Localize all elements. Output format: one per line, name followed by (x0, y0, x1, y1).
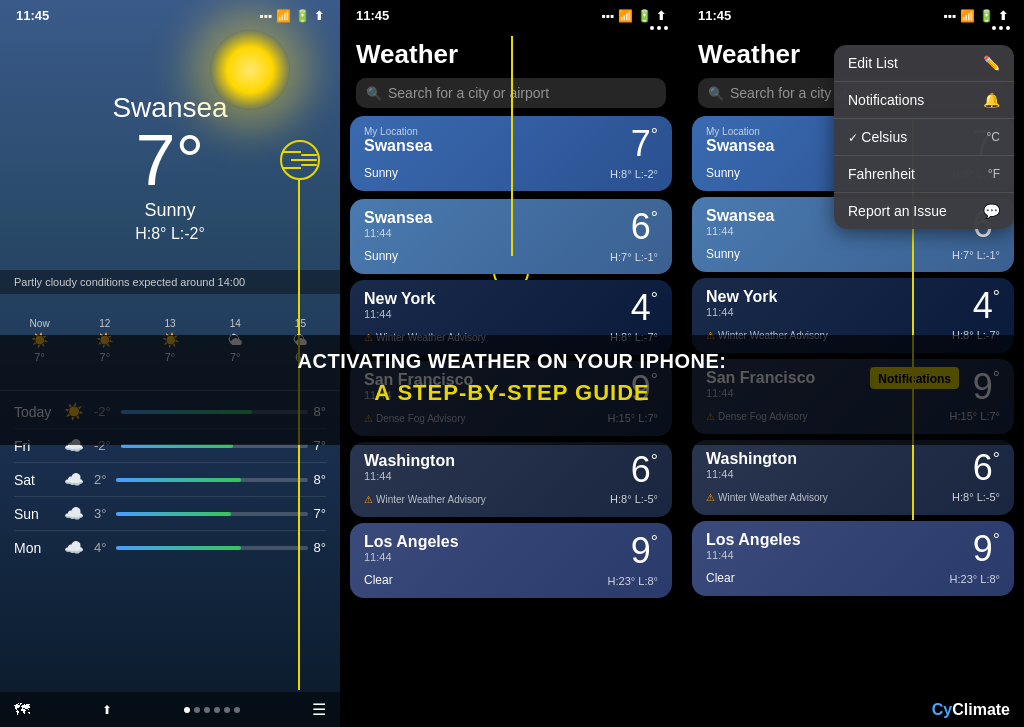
card-washington-3[interactable]: Washington 11:44 6° ⚠ Winter Weather Adv… (692, 440, 1014, 515)
day-sat: Sat ☁️ 2° 8° (14, 463, 326, 497)
card-hilo-myloc: H:8° L:-2° (610, 168, 658, 180)
panel-2: 11:45 ▪▪▪ 📶 🔋 ⬆ Weather 🔍 Search for a c… (340, 0, 682, 727)
wifi-icon: 📶 (276, 9, 291, 23)
p1-hilo: H:8° L:-2° (0, 225, 340, 243)
battery-3: 🔋 (979, 9, 994, 23)
status-icons-3: ▪▪▪ 📶 🔋 ⬆ (943, 9, 1008, 23)
location-2: ⬆ (656, 9, 666, 23)
status-bar-3: 11:45 ▪▪▪ 📶 🔋 ⬆ (682, 0, 1024, 27)
location-icon: ⬆ (314, 9, 324, 23)
wifi-2: 📶 (618, 9, 633, 23)
arrow-line-1 (298, 180, 300, 690)
card-sanfrancisco-3[interactable]: San Francisco 11:44 9° ⚠ Dense Fog Advis… (692, 359, 1014, 434)
battery-icon: 🔋 (295, 9, 310, 23)
warning-icon: ⚠ (364, 332, 373, 343)
wifi-3: 📶 (960, 9, 975, 23)
signal-3: ▪▪▪ (943, 9, 956, 23)
more-button-2[interactable] (650, 26, 668, 30)
day-fri: Fri ☁️ -2° 7° (14, 429, 326, 463)
card-losangeles-3[interactable]: Los Angeles 11:44 9° Clear H:23° L:8° (692, 521, 1014, 596)
panel-3: 11:45 ▪▪▪ 📶 🔋 ⬆ Weather 🔍 Search for a c… (682, 0, 1024, 727)
hour-now: Now ☀️ 7° (8, 318, 71, 363)
search-placeholder-2: Search for a city or airport (388, 85, 549, 101)
status-bar-1: 11:45 ▪▪▪ 📶 🔋 ⬆ (0, 0, 340, 27)
location-3: ⬆ (998, 9, 1008, 23)
notifications-icon: 🔔 (983, 92, 1000, 108)
time-3: 11:45 (698, 8, 731, 23)
hour-15: 15 🌥 6° (269, 318, 332, 363)
three-dots-2 (650, 26, 668, 30)
list-icon[interactable] (280, 140, 320, 180)
p1-city: Swansea (0, 82, 340, 124)
divider (0, 390, 340, 391)
fahrenheit-unit: °F (988, 167, 1000, 181)
card-condition-sunny: Sunny (364, 166, 398, 180)
hour-13: 13 ☀️ 7° (138, 318, 201, 363)
hour-12: 12 ☀️ 7° (73, 318, 136, 363)
location-arrow-icon: ⬆ (102, 703, 112, 717)
arrow-line-p2 (511, 36, 513, 256)
card-temp-myloc: 7° (631, 126, 658, 162)
time-2: 11:45 (356, 8, 389, 23)
map-icon[interactable]: 🗺 (14, 701, 30, 719)
time-1: 11:45 (16, 8, 49, 23)
menu-celsius[interactable]: ✓ Celsius °C (834, 119, 1014, 156)
branding: CyClimate (932, 701, 1010, 719)
battery-2: 🔋 (637, 9, 652, 23)
page-dots (184, 707, 240, 713)
card-newyork-3[interactable]: New York 11:44 4° ⚠ Winter Weather Advis… (692, 278, 1014, 353)
day-sun: Sun ☁️ 3° 7° (14, 497, 326, 531)
list-menu-icon[interactable]: ☰ (312, 700, 326, 719)
more-button-3[interactable] (992, 26, 1010, 30)
menu-fahrenheit[interactable]: Fahrenheit °F (834, 156, 1014, 193)
signal-2: ▪▪▪ (601, 9, 614, 23)
day-mon: Mon ☁️ 4° 8° (14, 531, 326, 564)
search-icon-2: 🔍 (366, 86, 382, 101)
status-icons-1: ▪▪▪ 📶 🔋 ⬆ (259, 9, 324, 23)
search-icon-3: 🔍 (708, 86, 724, 101)
brand-climate: Climate (952, 701, 1010, 718)
card-washington-2[interactable]: Washington 11:44 6° ⚠ Winter Weather Adv… (350, 442, 672, 517)
panel-1: 11:45 ▪▪▪ 📶 🔋 ⬆ Swansea 7° Sunny H:8° L:… (0, 0, 340, 727)
brand-cy: Cy (932, 701, 952, 718)
menu-report[interactable]: Report an Issue 💬 (834, 193, 1014, 229)
hour-14: 14 🌥 7° (204, 318, 267, 363)
hourly-forecast: Now ☀️ 7° 12 ☀️ 7° 13 ☀️ 7° 14 🌥 7° 15 (0, 310, 340, 371)
p1-condition: Sunny (0, 200, 340, 221)
card-sanfrancisco-2[interactable]: San Francisco 11:44 9° ⚠ Dense Fog Advis… (350, 361, 672, 436)
report-icon: 💬 (983, 203, 1000, 219)
status-icons-2: ▪▪▪ 📶 🔋 ⬆ (601, 9, 666, 23)
celsius-unit: °C (987, 130, 1000, 144)
sun-graphic (210, 30, 290, 110)
signal-icon: ▪▪▪ (259, 9, 272, 23)
menu-edit-list[interactable]: Edit List ✏️ (834, 45, 1014, 82)
card-city-swansea: Swansea (364, 137, 432, 155)
card-newyork-2[interactable]: New York 11:44 4° ⚠ Winter Weather Advis… (350, 280, 672, 355)
partly-cloudy-text: Partly cloudy conditions expected around… (0, 270, 340, 294)
daily-forecast: Today ☀️ -2° 8° Fri ☁️ -2° 7° Sat ☁️ (0, 395, 340, 564)
notifications-highlight: Notifications (870, 367, 959, 389)
status-bar-2: 11:45 ▪▪▪ 📶 🔋 ⬆ (340, 0, 682, 27)
menu-notifications[interactable]: Notifications 🔔 (834, 82, 1014, 119)
day-today: Today ☀️ -2° 8° (14, 395, 326, 429)
bottom-bar-1: 🗺 ⬆ ☰ (0, 692, 340, 727)
edit-icon: ✏️ (983, 55, 1000, 71)
three-dots-3 (992, 26, 1010, 30)
card-losangeles-2[interactable]: Los Angeles 11:44 9° Clear H:23° L:8° (350, 523, 672, 598)
my-location-label: My Location (364, 126, 432, 137)
context-menu: Edit List ✏️ Notifications 🔔 ✓ Celsius °… (834, 45, 1014, 229)
checkmark-celsius: ✓ (848, 131, 861, 145)
